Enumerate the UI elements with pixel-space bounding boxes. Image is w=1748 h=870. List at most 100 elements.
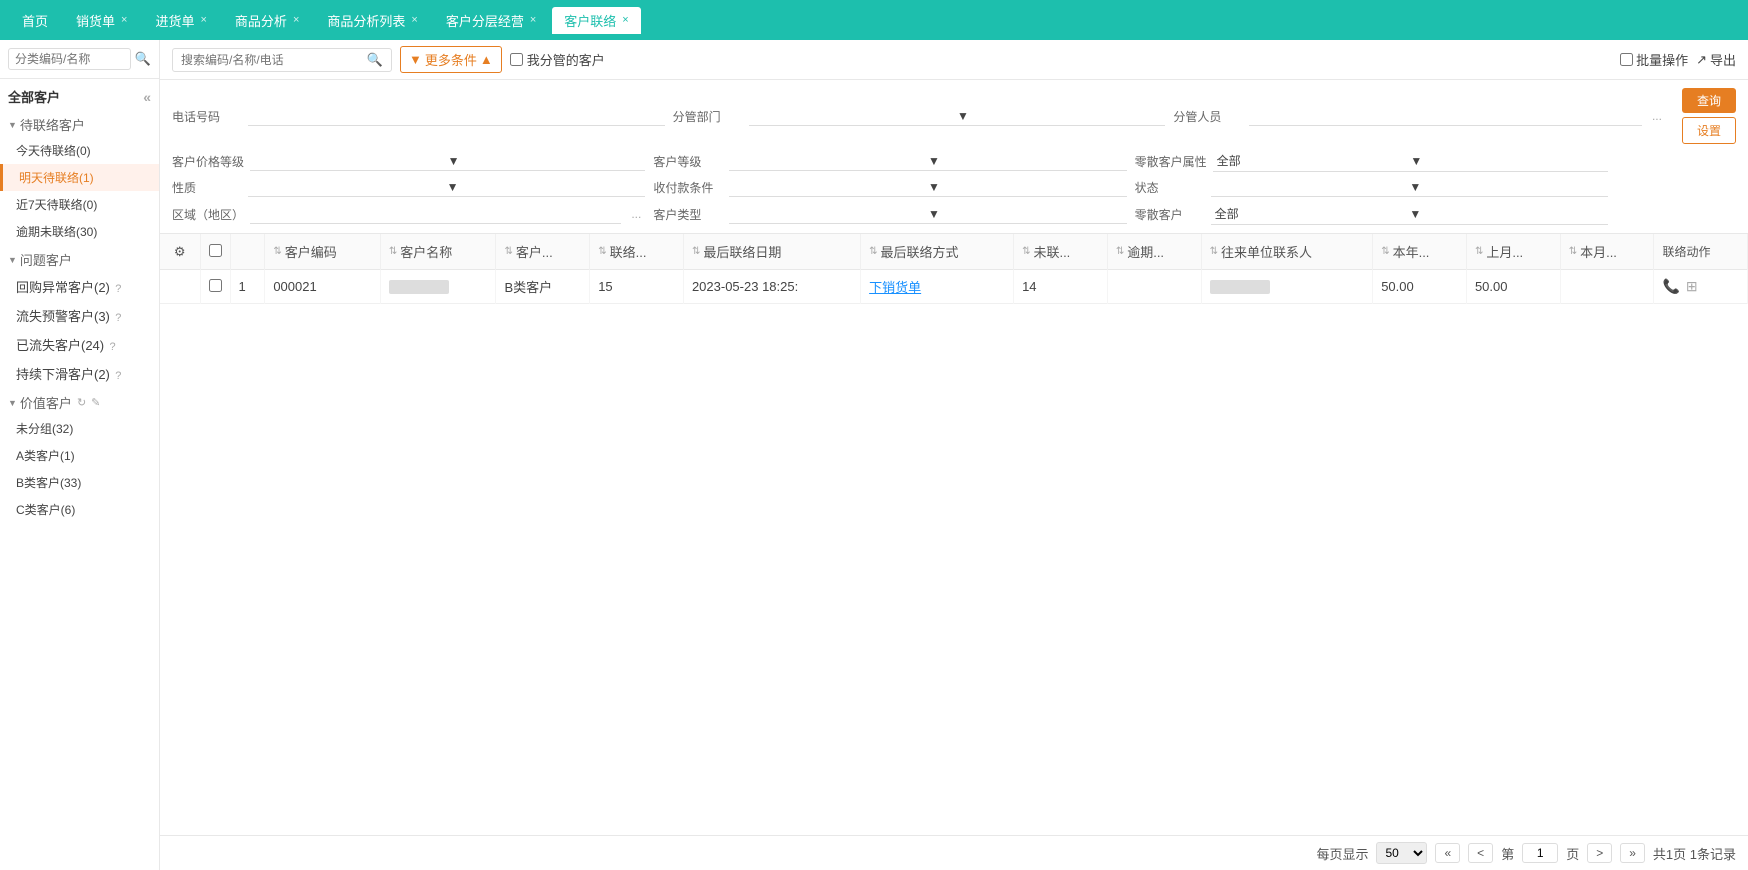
filter-action: 查询 设置 bbox=[1682, 88, 1736, 144]
batch-checkbox[interactable] bbox=[1620, 53, 1633, 66]
close-tab-1[interactable]: × bbox=[200, 14, 206, 26]
search-icon[interactable]: 🔍 bbox=[367, 52, 383, 68]
grid-icon[interactable]: ⊞ bbox=[1686, 278, 1698, 295]
query-button[interactable]: 查询 bbox=[1682, 88, 1736, 113]
filter-row-1: 电话号码 分管部门 ▼ 分管人员 ... 查询 设置 bbox=[172, 88, 1736, 144]
row-this-month bbox=[1560, 270, 1654, 304]
filter-retail-customer: 零散客户 全部 ▼ bbox=[1135, 203, 1608, 225]
nav-tab-1[interactable]: 进货单 × bbox=[143, 7, 218, 34]
dept-select[interactable]: ▼ bbox=[749, 107, 1166, 126]
select-all-checkbox[interactable] bbox=[209, 244, 222, 257]
setting-button[interactable]: 设置 bbox=[1682, 117, 1736, 144]
row-contacts: 15 bbox=[590, 270, 684, 304]
sidebar-item-a[interactable]: A类客户(1) bbox=[0, 442, 159, 469]
nav-home[interactable]: 首页 bbox=[10, 7, 60, 34]
row-select-checkbox[interactable] bbox=[209, 279, 222, 292]
sidebar-item-ungrp[interactable]: 未分组(32) bbox=[0, 415, 159, 442]
my-customer-check[interactable]: 我分管的客户 bbox=[510, 50, 605, 69]
pending-group-label: 待联络客户 bbox=[0, 110, 159, 137]
sidebar-search-icon[interactable]: 🔍 bbox=[135, 51, 151, 67]
close-tab-0[interactable]: × bbox=[121, 14, 127, 26]
col-name[interactable]: 客户名称 bbox=[380, 234, 496, 270]
sidebar-search-input[interactable] bbox=[8, 48, 131, 70]
content-area: 🔍 ▼ 更多条件 ▲ 我分管的客户 批量操作 ↗ 导出 bbox=[160, 40, 1748, 870]
nav-tab-3[interactable]: 商品分析列表 × bbox=[315, 7, 429, 34]
row-checkbox[interactable] bbox=[200, 270, 230, 304]
export-icon: ↗ bbox=[1696, 52, 1707, 68]
customer-level-select[interactable]: ▼ bbox=[729, 152, 1126, 171]
row-this-year: 50.00 bbox=[1373, 270, 1467, 304]
page-last-btn[interactable]: » bbox=[1620, 843, 1645, 863]
col-unit-contact[interactable]: 往来单位联系人 bbox=[1201, 234, 1373, 270]
customer-type-select[interactable]: ▼ bbox=[729, 205, 1126, 224]
page-prev-btn[interactable]: < bbox=[1468, 843, 1493, 863]
top-nav: 首页 销货单 × 进货单 × 商品分析 × 商品分析列表 × 客户分层经营 × … bbox=[0, 0, 1748, 40]
close-tab-5[interactable]: × bbox=[622, 14, 628, 26]
row-name bbox=[380, 270, 496, 304]
sidebar-item-c[interactable]: C类客户(6) bbox=[0, 496, 159, 523]
row-last-method[interactable]: 下销货单 bbox=[861, 270, 1014, 304]
per-page-select[interactable]: 50 100 200 bbox=[1376, 842, 1427, 864]
sidebar-item-tomorrow[interactable]: 明天待联络(1) bbox=[0, 164, 159, 191]
col-last-date[interactable]: 最后联络日期 bbox=[683, 234, 860, 270]
col-last-month[interactable]: 上月... bbox=[1466, 234, 1560, 270]
nav-tab-0[interactable]: 销货单 × bbox=[64, 7, 139, 34]
nav-tab-2[interactable]: 商品分析 × bbox=[223, 7, 311, 34]
page-first-btn[interactable]: « bbox=[1435, 843, 1460, 863]
filter-manager: 分管人员 ... bbox=[1173, 107, 1666, 126]
sidebar-item-lost[interactable]: 已流失客户(24) ? bbox=[0, 330, 159, 359]
price-level-select[interactable]: ▼ bbox=[250, 152, 645, 171]
col-checkbox[interactable] bbox=[200, 234, 230, 270]
sidebar-item-abnormal[interactable]: 回购异常客户(2) ? bbox=[0, 272, 159, 301]
filter-customer-type: 客户类型 ▼ bbox=[653, 205, 1126, 224]
gender-label: 性质 bbox=[172, 179, 242, 196]
batch-op-btn[interactable]: 批量操作 bbox=[1620, 50, 1688, 69]
payment-select[interactable]: ▼ bbox=[729, 178, 1126, 197]
phone-input[interactable] bbox=[248, 107, 665, 126]
col-code[interactable]: 客户编码 bbox=[265, 234, 381, 270]
col-gear[interactable]: ⚙ bbox=[160, 234, 200, 270]
sidebar-item-overdue[interactable]: 逾期未联络(30) bbox=[0, 218, 159, 245]
export-btn[interactable]: ↗ 导出 bbox=[1696, 50, 1736, 69]
filter-price-level: 客户价格等级 ▼ bbox=[172, 152, 645, 171]
manager-input[interactable] bbox=[1249, 107, 1642, 126]
retail-customer-label: 零散客户 bbox=[1135, 206, 1205, 223]
close-tab-2[interactable]: × bbox=[293, 14, 299, 26]
call-icon[interactable]: 📞 bbox=[1662, 278, 1679, 295]
region-input[interactable] bbox=[250, 205, 621, 224]
nav-tab-4[interactable]: 客户分层经营 × bbox=[434, 7, 548, 34]
status-select[interactable]: ▼ bbox=[1211, 178, 1608, 197]
my-customer-checkbox[interactable] bbox=[510, 53, 523, 66]
filter-phone: 电话号码 bbox=[172, 107, 665, 126]
col-not-contacted[interactable]: 未联... bbox=[1014, 234, 1108, 270]
sidebar-item-today[interactable]: 今天待联络(0) bbox=[0, 137, 159, 164]
col-type[interactable]: 客户... bbox=[496, 234, 590, 270]
page-number-input[interactable] bbox=[1522, 843, 1558, 863]
col-last-method[interactable]: 最后联络方式 bbox=[861, 234, 1014, 270]
col-contacts[interactable]: 联络... bbox=[590, 234, 684, 270]
col-this-year[interactable]: 本年... bbox=[1373, 234, 1467, 270]
sidebar-item-declining[interactable]: 持续下滑客户(2) ? bbox=[0, 359, 159, 388]
gear-icon[interactable]: ⚙ bbox=[174, 244, 186, 259]
retail-customer-select[interactable]: 全部 ▼ bbox=[1211, 203, 1608, 225]
price-chevron-icon: ▼ bbox=[448, 154, 642, 168]
table-row: 1 000021 B类客户 15 2023-05-23 18:25: 下销货单 … bbox=[160, 270, 1748, 304]
customer-table: ⚙ 客户编码 客户名称 客户... 联络... 最后联络日期 最后联络方式 未联… bbox=[160, 234, 1748, 304]
sidebar-item-warning[interactable]: 流失预警客户(3) ? bbox=[0, 301, 159, 330]
retail-attr-select[interactable]: 全部 ▼ bbox=[1213, 150, 1608, 172]
col-overdue[interactable]: 逾期... bbox=[1107, 234, 1201, 270]
filter-btn[interactable]: ▼ 更多条件 ▲ bbox=[400, 46, 502, 73]
region-ellipsis[interactable]: ... bbox=[627, 207, 645, 221]
col-this-month[interactable]: 本月... bbox=[1560, 234, 1654, 270]
sidebar-item-b[interactable]: B类客户(33) bbox=[0, 469, 159, 496]
nav-tab-5[interactable]: 客户联络 × bbox=[552, 7, 640, 34]
toolbar-right: 批量操作 ↗ 导出 bbox=[1620, 50, 1736, 69]
gender-select[interactable]: ▼ bbox=[248, 178, 645, 197]
close-tab-4[interactable]: × bbox=[530, 14, 536, 26]
collapse-sidebar-btn[interactable]: « bbox=[143, 89, 151, 105]
sidebar-item-7days[interactable]: 近7天待联络(0) bbox=[0, 191, 159, 218]
manager-ellipsis[interactable]: ... bbox=[1648, 109, 1666, 123]
close-tab-3[interactable]: × bbox=[411, 14, 417, 26]
page-next-btn[interactable]: > bbox=[1587, 843, 1612, 863]
search-input[interactable] bbox=[181, 53, 367, 67]
